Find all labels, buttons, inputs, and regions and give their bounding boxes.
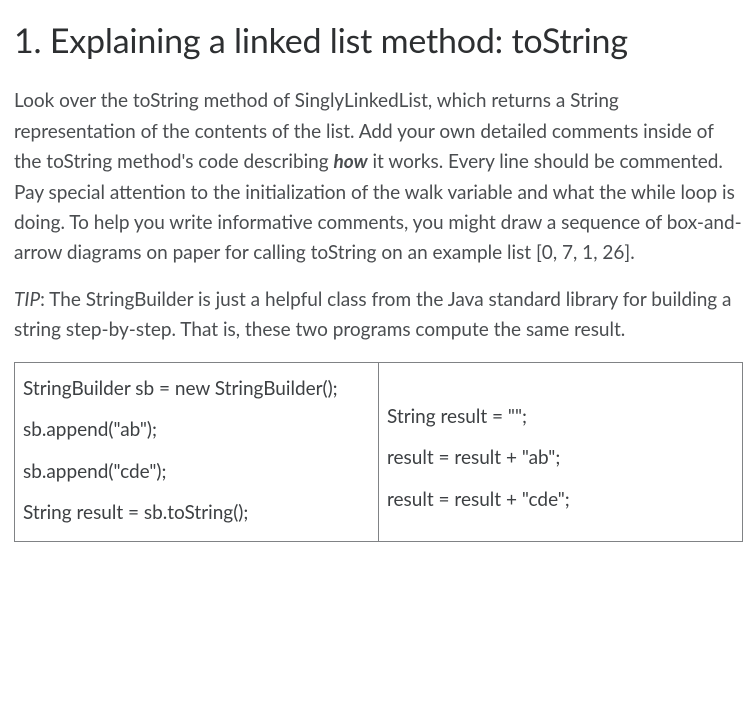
- code-comparison-table: StringBuilder sb = new StringBuilder(); …: [14, 362, 743, 542]
- code-line: result = result + "ab";: [387, 444, 734, 472]
- code-line: String result = "";: [387, 403, 734, 431]
- code-line: result = result + "cde";: [387, 486, 734, 514]
- right-code-cell: String result = ""; result = result + "a…: [379, 362, 743, 541]
- table-row: StringBuilder sb = new StringBuilder(); …: [15, 362, 743, 541]
- code-line: sb.append("ab");: [23, 416, 370, 444]
- code-line: StringBuilder sb = new StringBuilder();: [23, 375, 370, 403]
- instructions-paragraph: Look over the toString method of SinglyL…: [14, 86, 743, 268]
- tip-text: : The StringBuilder is just a helpful cl…: [14, 288, 731, 341]
- code-line: sb.append("cde");: [23, 458, 370, 486]
- code-line: String result = sb.toString();: [23, 499, 370, 527]
- tip-paragraph: TIP: The StringBuilder is just a helpful…: [14, 285, 743, 346]
- how-emphasis: how: [334, 150, 368, 173]
- left-code-cell: StringBuilder sb = new StringBuilder(); …: [15, 362, 379, 541]
- page-title: 1. Explaining a linked list method: toSt…: [14, 14, 743, 68]
- tip-label: TIP: [14, 288, 40, 311]
